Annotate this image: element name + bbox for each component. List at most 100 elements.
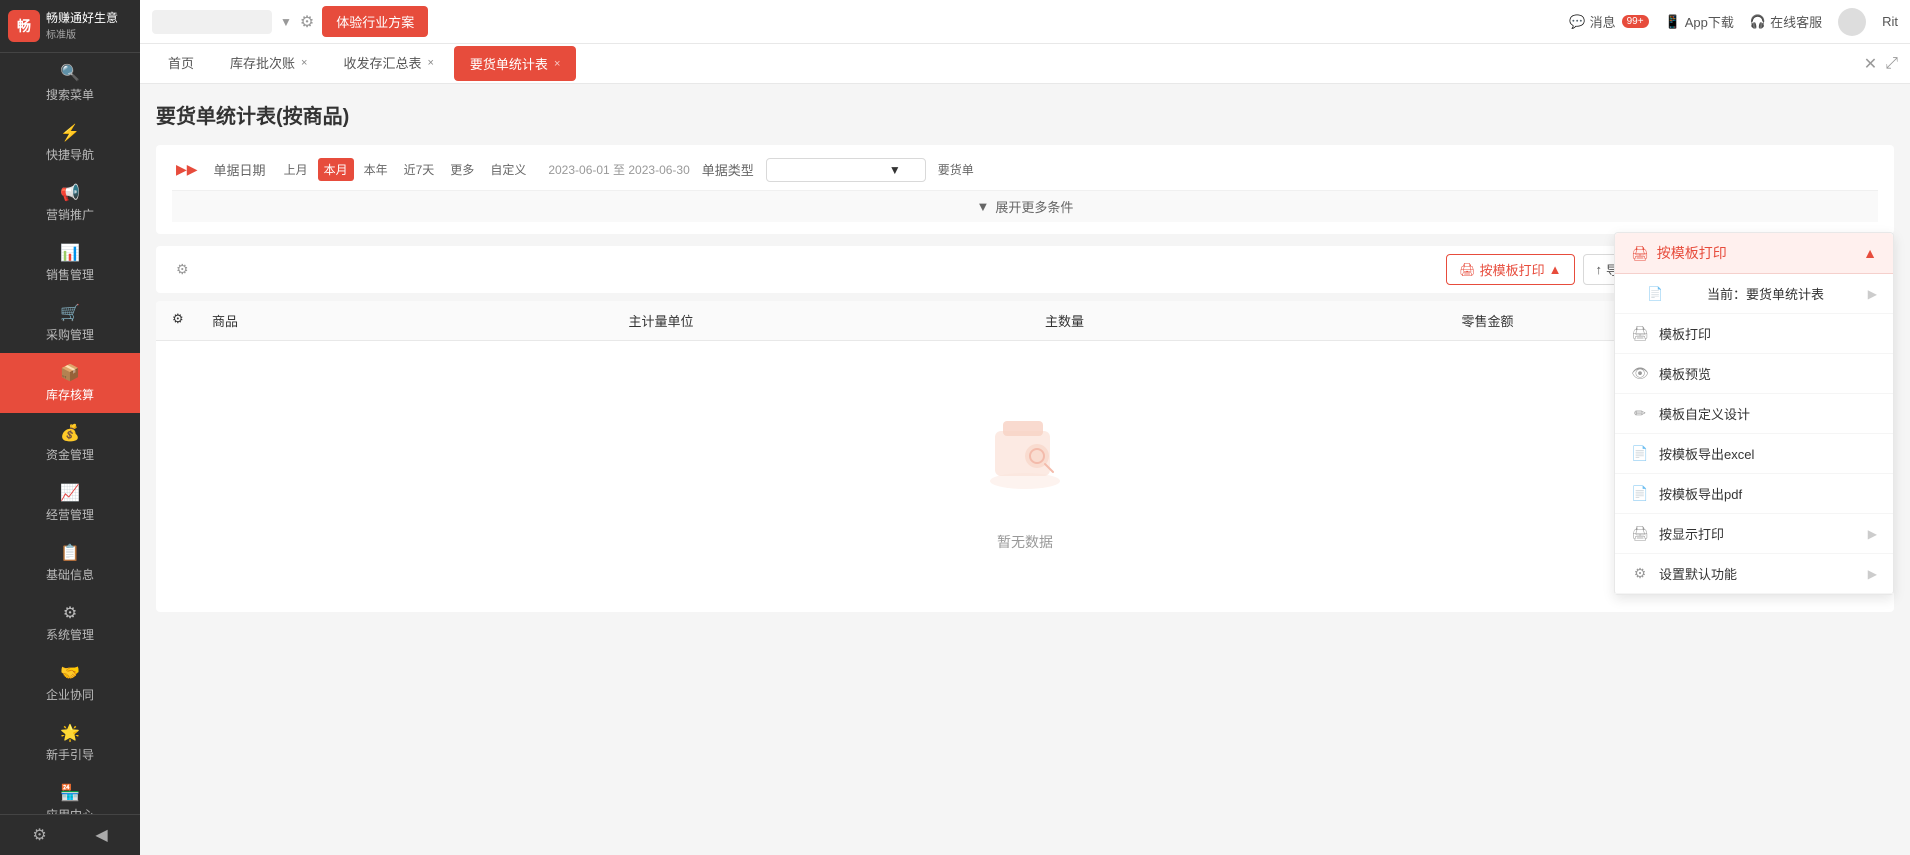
dropdown-collapse-icon[interactable]: ▲ (1863, 245, 1877, 261)
dropdown-item-template-pdf[interactable]: 📄 按模板导出pdf (1615, 474, 1893, 514)
bill-type-select[interactable]: ▼ (766, 158, 926, 182)
tab-order-stats-label: 要货单统计表 (470, 54, 548, 73)
empty-text: 暂无数据 (997, 532, 1053, 552)
tab-order-stats-close[interactable]: × (554, 58, 560, 70)
settings-icon[interactable]: ⚙ (172, 311, 184, 326)
tab-order-stats[interactable]: 要货单统计表 × (454, 46, 576, 81)
inventory-icon: 📦 (60, 363, 80, 383)
date-btn-custom[interactable]: 自定义 (484, 158, 532, 181)
sidebar-item-inventory[interactable]: 📦 库存核算 (0, 353, 140, 413)
tab-home[interactable]: 首页 (152, 45, 210, 82)
logo-subtitle: 标准版 (46, 26, 118, 41)
page-title: 要货单统计表(按商品) (156, 100, 1894, 129)
set-default-label: 设置默认功能 (1659, 564, 1737, 583)
dropdown-section-display-print[interactable]: 🖨 按显示打印 ▶ (1615, 514, 1893, 554)
date-btn-7days[interactable]: 近7天 (398, 158, 441, 181)
dropdown-header-right: ▲ (1863, 245, 1877, 261)
date-btn-last-month[interactable]: 上月 (278, 158, 314, 181)
sidebar-item-guide[interactable]: 🌟 新手引导 (0, 713, 140, 773)
headset-icon: 🎧 (1750, 14, 1766, 30)
template-print-icon: 🖨 (1631, 325, 1649, 342)
dropdown-current-template[interactable]: 📄 当前：要货单统计表 ▶ (1615, 274, 1893, 314)
dropdown-item-template-excel[interactable]: 📄 按模板导出excel (1615, 434, 1893, 474)
message-badge: 99+ (1622, 15, 1649, 28)
settings-bottom-icon[interactable]: ⚙ (32, 825, 46, 845)
app-download-action[interactable]: 📱 App下载 (1665, 12, 1734, 31)
dropdown-item-template-print[interactable]: 🖨 模板打印 (1615, 314, 1893, 354)
sidebar-item-basic[interactable]: 📋 基础信息 (0, 533, 140, 593)
tab-expand-button[interactable]: ⤢ (1885, 55, 1898, 73)
page-content: 要货单统计表(按商品) ▶▶ 单据日期 上月 本月 本年 近7天 更多 自定义 … (140, 84, 1910, 855)
purchase-icon: 🛒 (60, 303, 80, 323)
sidebar-logo: 畅 畅赚通好生意 标准版 (0, 0, 140, 53)
topbar-dropdown-icon[interactable]: ▼ (280, 15, 292, 29)
table-header-quantity: 主数量 (1045, 311, 1462, 330)
online-service-action[interactable]: 🎧 在线客服 (1750, 12, 1822, 31)
tab-receivables-close[interactable]: × (427, 57, 433, 69)
date-btn-more[interactable]: 更多 (444, 158, 480, 181)
dropdown-item-template-preview[interactable]: 👁 模板预览 (1615, 354, 1893, 394)
print-label: 按模板打印 (1480, 260, 1545, 279)
tab-receivables[interactable]: 收发存汇总表 × (327, 45, 449, 82)
template-excel-icon: 📄 (1631, 445, 1649, 462)
tab-inventory-batch-close[interactable]: × (301, 57, 307, 69)
sidebar-item-sales[interactable]: 📊 销售管理 (0, 233, 140, 293)
app-download-label: App下载 (1685, 12, 1734, 31)
lightning-icon: ⚡ (60, 123, 80, 143)
dropdown-item-template-design[interactable]: ✏ 模板自定义设计 (1615, 394, 1893, 434)
tab-close-all-button[interactable]: ✕ (1864, 54, 1877, 74)
sidebar-item-apps[interactable]: 🏪 应用中心 (0, 773, 140, 814)
topbar-search-input[interactable] (152, 10, 272, 34)
filter-section: ▶▶ 单据日期 上月 本月 本年 近7天 更多 自定义 2023-06-01 至… (156, 145, 1894, 234)
message-label: 消息 (1590, 12, 1616, 31)
message-action[interactable]: 💬 消息 99+ (1569, 12, 1648, 31)
sidebar-item-label: 经营管理 (46, 506, 94, 523)
current-template-label: 当前：要货单统计表 (1707, 284, 1824, 303)
sidebar-bottom: ⚙ ◀ (0, 814, 140, 855)
sidebar-item-label: 应用中心 (46, 806, 94, 814)
sidebar-item-search[interactable]: 🔍 搜索菜单 (0, 53, 140, 113)
chevron-down-icon: ▼ (977, 199, 990, 214)
tabbar-right: ✕ ⤢ (1864, 54, 1898, 74)
message-icon: 💬 (1569, 14, 1585, 30)
template-excel-label: 按模板导出excel (1659, 444, 1754, 463)
filter-row: ▶▶ 单据日期 上月 本月 本年 近7天 更多 自定义 2023-06-01 至… (172, 157, 1878, 182)
sidebar-item-label: 资金管理 (46, 446, 94, 463)
sidebar-item-label: 库存核算 (46, 386, 94, 403)
online-service-label: 在线客服 (1770, 12, 1822, 31)
table-header-unit: 主计量单位 (629, 311, 1046, 330)
system-icon: ⚙ (63, 603, 77, 623)
date-btn-this-year[interactable]: 本年 (358, 158, 394, 181)
tab-inventory-batch[interactable]: 库存批次账 × (214, 45, 323, 82)
bill-type-label: 单据类型 (702, 160, 754, 179)
print-button[interactable]: 🖨 按模板打印 ▲ (1446, 254, 1574, 285)
display-print-icon: 🖨 (1631, 525, 1649, 542)
sidebar-item-finance[interactable]: 💰 资金管理 (0, 413, 140, 473)
sidebar-item-operations[interactable]: 📈 经营管理 (0, 473, 140, 533)
sidebar-item-system[interactable]: ⚙ 系统管理 (0, 593, 140, 653)
sidebar-item-quick-nav[interactable]: ⚡ 快捷导航 (0, 113, 140, 173)
topbar: ▼ ⚙ 体验行业方案 💬 消息 99+ 📱 App下载 🎧 在线客服 Rit (140, 0, 1910, 44)
sidebar-item-label: 快捷导航 (46, 146, 94, 163)
expand-filter-button[interactable]: ▶▶ (172, 157, 202, 182)
date-btn-this-month[interactable]: 本月 (318, 158, 354, 181)
phone-icon: 📱 (1665, 14, 1681, 30)
trial-button[interactable]: 体验行业方案 (322, 6, 428, 37)
sidebar-item-label: 基础信息 (46, 566, 94, 583)
gear-settings-icon[interactable]: ⚙ (172, 257, 193, 282)
sidebar-item-purchase[interactable]: 🛒 采购管理 (0, 293, 140, 353)
sidebar-item-enterprise[interactable]: 🤝 企业协同 (0, 653, 140, 713)
collapse-icon[interactable]: ◀ (95, 825, 107, 845)
template-design-label: 模板自定义设计 (1659, 404, 1750, 423)
topbar-gear-icon[interactable]: ⚙ (300, 12, 314, 32)
sidebar-item-marketing[interactable]: 📢 营销推广 (0, 173, 140, 233)
tab-receivables-label: 收发存汇总表 (343, 53, 421, 72)
more-filter-button[interactable]: ▼ 展开更多条件 (172, 190, 1878, 222)
empty-illustration (975, 401, 1075, 520)
user-avatar[interactable] (1838, 8, 1866, 36)
guide-icon: 🌟 (60, 723, 80, 743)
main-content: ▼ ⚙ 体验行业方案 💬 消息 99+ 📱 App下载 🎧 在线客服 Rit 首… (140, 0, 1910, 855)
set-default-icon: ⚙ (1631, 565, 1649, 582)
table-header-checkbox: ⚙ (172, 311, 212, 330)
dropdown-section-set-default[interactable]: ⚙ 设置默认功能 ▶ (1615, 554, 1893, 594)
